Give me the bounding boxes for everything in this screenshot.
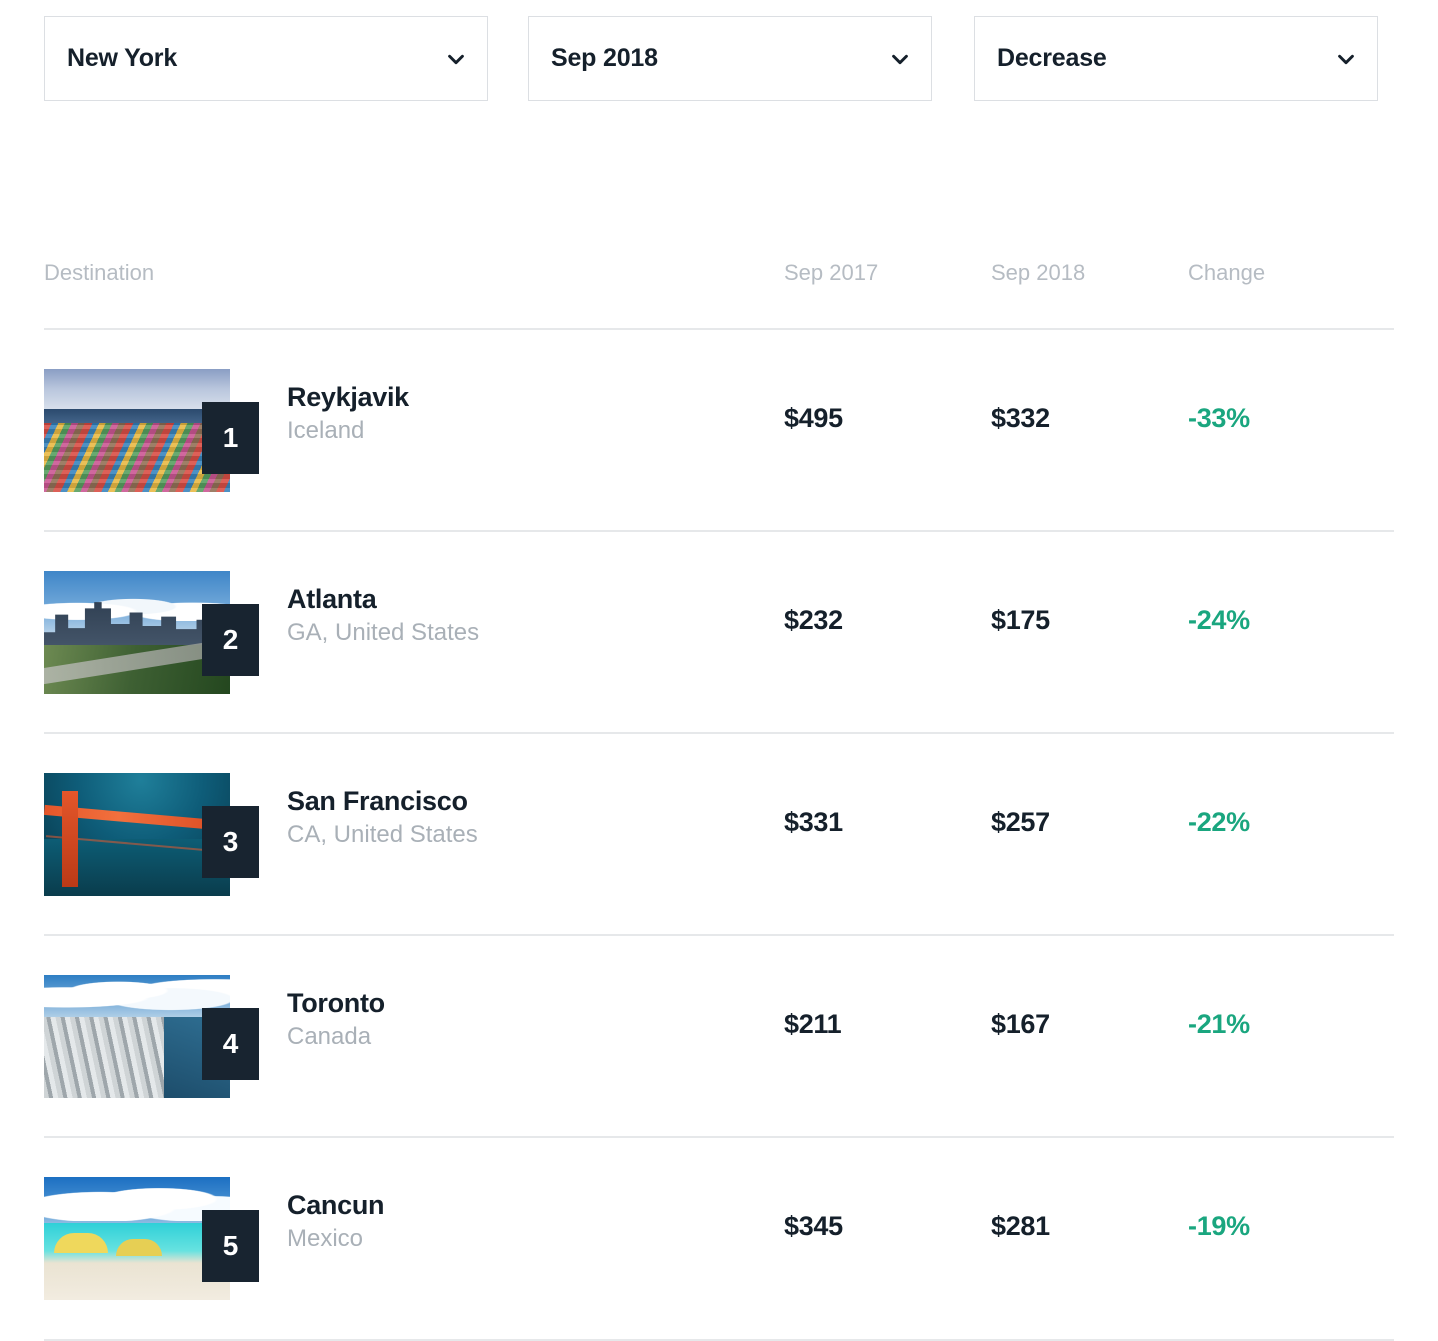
rank-badge: 1 [202, 402, 259, 474]
destination-thumbnail-wrap: 5 [44, 1177, 259, 1300]
table-row[interactable]: 3 San Francisco CA, United States $331 $… [0, 734, 1438, 936]
price-curr: $332 [991, 403, 1050, 433]
destination-info: San Francisco CA, United States [287, 786, 478, 849]
change-value: -33% [1188, 403, 1250, 433]
chevron-down-icon [889, 48, 911, 70]
destination-info: Atlanta GA, United States [287, 584, 479, 647]
destination-city: Atlanta [287, 584, 377, 614]
destination-thumbnail-wrap: 4 [44, 975, 259, 1098]
chevron-down-icon [445, 48, 467, 70]
chevron-down-icon [1335, 48, 1357, 70]
destination-region: Canada [287, 1023, 372, 1051]
change-value: -19% [1188, 1211, 1250, 1241]
price-curr: $281 [991, 1211, 1050, 1241]
destination-region: Mexico [287, 1225, 364, 1253]
destination-city: Reykjavik [287, 382, 409, 412]
column-header-destination: Destination [44, 260, 155, 285]
destination-info: Toronto Canada [287, 988, 385, 1051]
price-prev: $495 [784, 403, 843, 433]
destination-city: Cancun [287, 1190, 385, 1220]
destination-thumbnail-wrap: 1 [44, 369, 259, 492]
destination-city: San Francisco [287, 786, 468, 816]
price-prev: $232 [784, 605, 843, 635]
destination-thumbnail-wrap: 3 [44, 773, 259, 896]
destination-thumbnail-wrap: 2 [44, 571, 259, 694]
destination-region: CA, United States [287, 821, 478, 849]
price-prev: $345 [784, 1211, 843, 1241]
month-select-value: Sep 2018 [551, 44, 658, 72]
month-select[interactable]: Sep 2018 [528, 16, 932, 101]
origin-select-value: New York [67, 44, 178, 72]
table-row[interactable]: 5 Cancun Mexico $345 $281 -19% [0, 1138, 1438, 1341]
destination-region: GA, United States [287, 619, 480, 647]
destination-info: Cancun Mexico [287, 1190, 385, 1253]
price-prev: $331 [784, 807, 843, 837]
destination-region: Iceland [287, 417, 365, 445]
table-row[interactable]: 1 Reykjavik Iceland $495 $332 -33% [0, 330, 1438, 532]
column-header-year-prev: Sep 2017 [784, 260, 879, 285]
change-value: -22% [1188, 807, 1250, 837]
rank-badge: 5 [202, 1210, 259, 1282]
table-row[interactable]: 2 Atlanta GA, United States $232 $175 -2… [0, 532, 1438, 734]
destination-info: Reykjavik Iceland [287, 382, 409, 445]
rank-badge: 3 [202, 806, 259, 878]
price-curr: $257 [991, 807, 1050, 837]
filter-bar: New York Sep 2018 Decrease [0, 0, 1438, 118]
price-prev: $211 [784, 1009, 842, 1039]
destinations-table: Destination Sep 2017 Sep 2018 Change 1 R… [0, 118, 1438, 1341]
change-value: -21% [1188, 1009, 1250, 1039]
price-curr: $167 [991, 1009, 1050, 1039]
sort-order-select-value: Decrease [997, 44, 1107, 72]
column-header-change: Change [1188, 260, 1266, 285]
table-row[interactable]: 4 Toronto Canada $211 $167 -21% [0, 936, 1438, 1138]
sort-order-select[interactable]: Decrease [974, 16, 1378, 101]
rank-badge: 4 [202, 1008, 259, 1080]
column-header-year-curr: Sep 2018 [991, 260, 1086, 285]
origin-select[interactable]: New York [44, 16, 488, 101]
change-value: -24% [1188, 605, 1250, 635]
price-curr: $175 [991, 605, 1050, 635]
table-header-row: Destination Sep 2017 Sep 2018 Change [0, 118, 1438, 330]
destination-city: Toronto [287, 988, 385, 1018]
rank-badge: 2 [202, 604, 259, 676]
